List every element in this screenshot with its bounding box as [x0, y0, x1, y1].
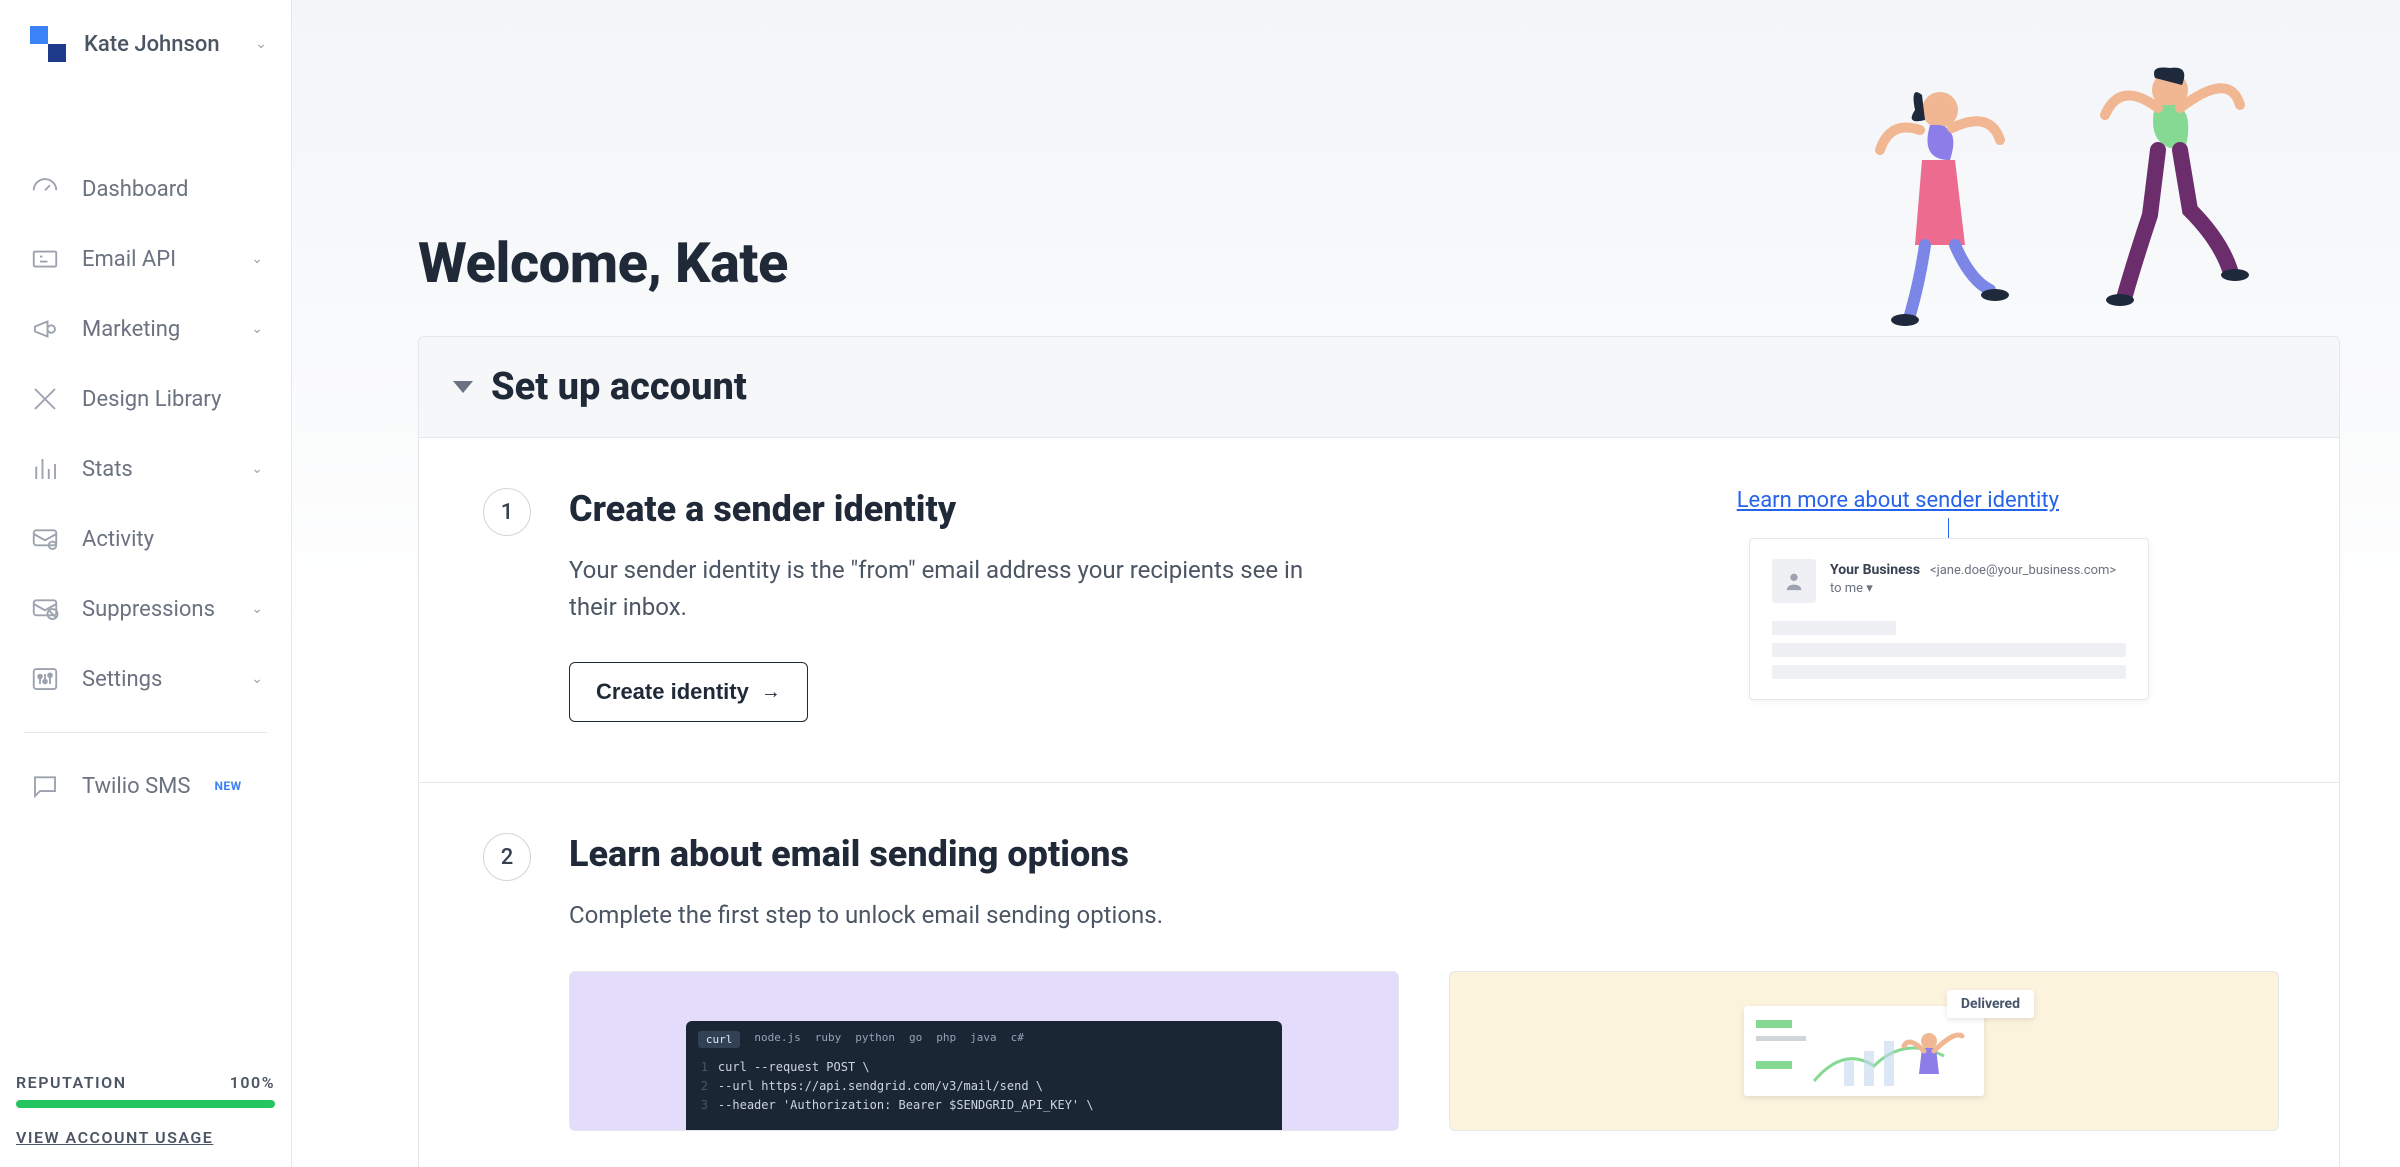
nav-label: Settings [82, 667, 162, 692]
nav-item-email-api[interactable]: Email API ⌄ [0, 224, 291, 294]
nav-label: Suppressions [82, 597, 215, 622]
settings-icon [28, 662, 62, 696]
api-icon [28, 242, 62, 276]
create-identity-button[interactable]: Create identity → [569, 662, 808, 722]
nav-item-twilio-sms[interactable]: Twilio SMS NEW [0, 751, 291, 821]
nav-item-marketing[interactable]: Marketing ⌄ [0, 294, 291, 364]
skeleton-line [1772, 621, 1896, 635]
code-tab: php [936, 1031, 956, 1048]
chevron-down-icon: ⌄ [255, 36, 267, 52]
code-tab: python [855, 1031, 895, 1048]
code-tab: ruby [815, 1031, 842, 1048]
chevron-down-icon: ⌄ [251, 251, 263, 267]
sidebar-footer: REPUTATION 100% VIEW ACCOUNT USAGE [0, 1073, 291, 1167]
panel-title: Set up account [491, 365, 747, 409]
main-content: Welcome, Kate Set up account 1 Create a … [292, 0, 2400, 1167]
view-usage-link[interactable]: VIEW ACCOUNT USAGE [16, 1128, 213, 1147]
panel-header[interactable]: Set up account [419, 337, 2339, 438]
step-1: 1 Create a sender identity Your sender i… [419, 438, 2339, 783]
code-tab: c# [1011, 1031, 1024, 1048]
suppressions-icon [28, 592, 62, 626]
step-2: 2 Learn about email sending options Comp… [419, 783, 2339, 1167]
new-badge: NEW [214, 779, 241, 793]
gauge-icon [28, 172, 62, 206]
skeleton-line [1772, 665, 2126, 679]
chevron-down-icon: ⌄ [251, 601, 263, 617]
nav-item-settings[interactable]: Settings ⌄ [0, 644, 291, 714]
nav-label: Design Library [82, 387, 221, 412]
preview-address: <jane.doe@your_business.com> [1930, 563, 2116, 578]
step-title: Create a sender identity [569, 488, 1349, 530]
reputation-bar [16, 1100, 275, 1108]
account-logo-icon [28, 24, 68, 64]
option-card-delivered[interactable]: Delivered [1449, 971, 2279, 1131]
stats-icon [28, 452, 62, 486]
nav-label: Stats [82, 457, 133, 482]
delivered-illustration: Delivered [1744, 1006, 1984, 1096]
chevron-down-icon: ▾ [1866, 581, 1873, 596]
button-label: Create identity [596, 679, 749, 705]
sidebar: Kate Johnson ⌄ Dashboard Email API ⌄ Mar… [0, 0, 292, 1167]
code-tab: go [909, 1031, 922, 1048]
avatar-icon [1772, 559, 1816, 603]
activity-icon [28, 522, 62, 556]
nav-item-stats[interactable]: Stats ⌄ [0, 434, 291, 504]
step-description: Complete the first step to unlock email … [569, 897, 2279, 934]
chevron-down-icon: ⌄ [251, 671, 263, 687]
nav-label: Twilio SMS [82, 774, 190, 799]
learn-more-link[interactable]: Learn more about sender identity [1737, 488, 2059, 513]
reputation-label: REPUTATION [16, 1073, 127, 1092]
setup-panel: Set up account 1 Create a sender identit… [418, 336, 2340, 1167]
step-number: 1 [483, 488, 531, 536]
nav: Dashboard Email API ⌄ Marketing ⌄ Design… [0, 154, 291, 821]
preview-to: to me [1830, 581, 1863, 596]
step-description: Your sender identity is the "from" email… [569, 552, 1349, 626]
preview-from: Your Business [1830, 562, 1920, 578]
caret-down-icon [453, 381, 473, 393]
nav-item-activity[interactable]: Activity [0, 504, 291, 574]
megaphone-icon [28, 312, 62, 346]
code-tab: java [970, 1031, 997, 1048]
option-card-api[interactable]: curl node.js ruby python go php java c# … [569, 971, 1399, 1131]
step-title: Learn about email sending options [569, 833, 2279, 875]
nav-label: Dashboard [82, 177, 188, 202]
arrow-right-icon: → [761, 681, 781, 704]
delivered-badge: Delivered [1947, 990, 2034, 1018]
code-snippet-illustration: curl node.js ruby python go php java c# … [686, 1021, 1282, 1130]
chevron-down-icon: ⌄ [251, 461, 263, 477]
nav-label: Marketing [82, 317, 180, 342]
design-icon [28, 382, 62, 416]
nav-item-suppressions[interactable]: Suppressions ⌄ [0, 574, 291, 644]
nav-label: Activity [82, 527, 154, 552]
nav-label: Email API [82, 247, 176, 272]
hero-illustration [1820, 60, 2260, 340]
code-tab: curl [698, 1031, 741, 1048]
email-preview-illustration: Your Business <jane.doe@your_business.co… [1749, 538, 2149, 700]
code-line: --url https://api.sendgrid.com/v3/mail/s… [718, 1077, 1043, 1096]
step-number: 2 [483, 833, 531, 881]
account-switcher[interactable]: Kate Johnson ⌄ [0, 0, 291, 84]
divider [24, 732, 267, 733]
code-line: --header 'Authorization: Bearer $SENDGRI… [718, 1096, 1094, 1115]
account-name: Kate Johnson [84, 32, 239, 57]
reputation-value: 100% [230, 1073, 275, 1092]
nav-item-dashboard[interactable]: Dashboard [0, 154, 291, 224]
sms-icon [28, 769, 62, 803]
skeleton-line [1772, 643, 2126, 657]
code-tab: node.js [754, 1031, 800, 1048]
code-line: curl --request POST \ [718, 1058, 870, 1077]
chevron-down-icon: ⌄ [251, 321, 263, 337]
nav-item-design-library[interactable]: Design Library [0, 364, 291, 434]
